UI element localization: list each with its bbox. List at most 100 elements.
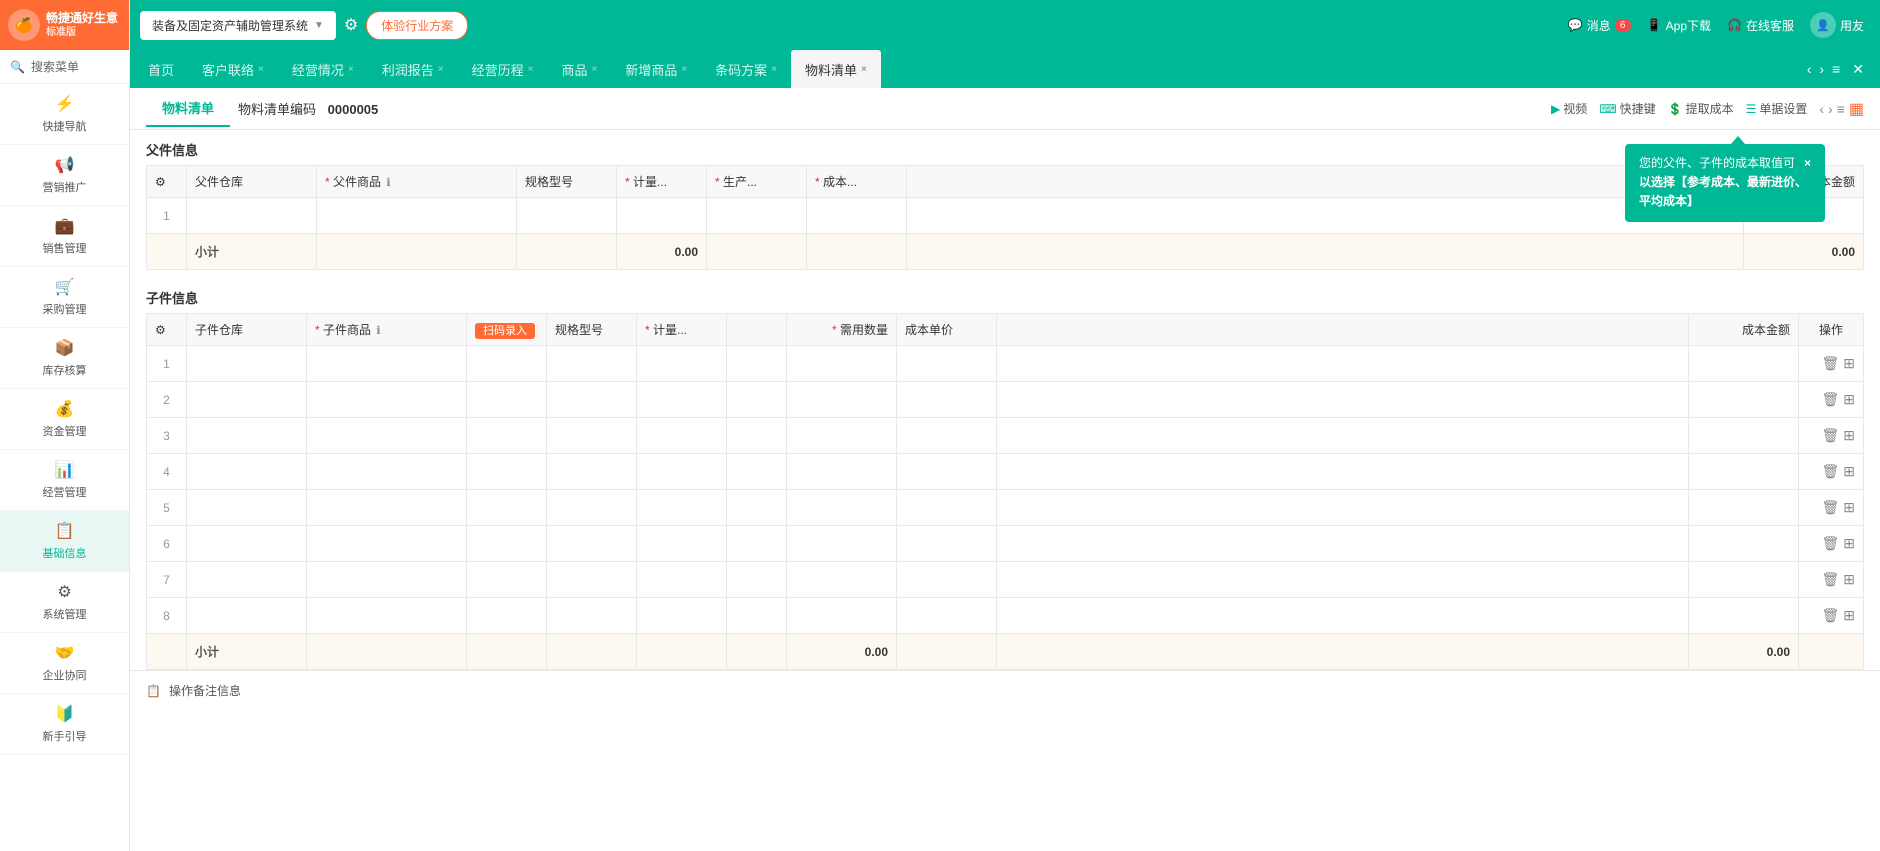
pagination-prev[interactable]: ‹ [1819,101,1824,117]
copy-icon[interactable]: ⊞ [1843,463,1855,480]
child-row-8-spec[interactable] [547,598,637,634]
child-row-7-spec[interactable] [547,562,637,598]
parent-row-1-warehouse[interactable] [187,198,317,234]
child-row-5-unit-cost[interactable] [897,490,997,526]
child-row-8-qty[interactable] [787,598,897,634]
delete-icon[interactable]: 🗑 [1821,535,1839,552]
child-row-4-unit-cost[interactable] [897,454,997,490]
tab-close-bom[interactable]: × [861,64,867,75]
tab-close-new-goods[interactable]: × [681,64,687,75]
child-row-1-unit-cost[interactable] [897,346,997,382]
sidebar-item-cooperation[interactable]: 🤝 企业协同 [0,633,129,694]
child-row-4-spec[interactable] [547,454,637,490]
delete-icon[interactable]: 🗑 [1821,391,1839,408]
parent-row-1-production[interactable] [707,198,807,234]
sidebar-item-system[interactable]: ⚙ 系统管理 [0,572,129,633]
child-row-1-product[interactable] [307,346,467,382]
tab-home[interactable]: 首页 [134,50,188,88]
child-row-7-product[interactable] [307,562,467,598]
tab-barcode[interactable]: 条码方案 × [701,50,791,88]
child-row-6-qty[interactable] [787,526,897,562]
copy-icon[interactable]: ⊞ [1843,391,1855,408]
child-row-1-warehouse[interactable] [187,346,307,382]
parent-row-1-product[interactable] [317,198,517,234]
system-selector[interactable]: 装备及固定资产辅助管理系统 ▼ [140,11,336,40]
parent-row-1-spec[interactable] [517,198,617,234]
delete-icon[interactable]: 🗑 [1821,427,1839,444]
tabs-scroll-left[interactable]: ‹ [1803,59,1816,79]
child-row-4-qty[interactable] [787,454,897,490]
sidebar-search[interactable]: 🔍 搜索菜单 [0,50,129,84]
child-row-5-product[interactable] [307,490,467,526]
parent-row-1-unit[interactable] [617,198,707,234]
child-row-7-unit[interactable] [637,562,727,598]
tabs-scroll-right[interactable]: › [1815,59,1828,79]
copy-icon[interactable]: ⊞ [1843,607,1855,624]
tab-customer[interactable]: 客户联络 × [188,50,278,88]
delete-icon[interactable]: 🗑 [1821,463,1839,480]
child-row-7-qty[interactable] [787,562,897,598]
child-row-1-unit[interactable] [637,346,727,382]
sidebar-item-sales[interactable]: 💼 销售管理 [0,206,129,267]
tab-operations-status[interactable]: 经营情况 × [278,50,368,88]
sidebar-item-quick-nav[interactable]: ⚡ 快捷导航 [0,84,129,145]
child-row-6-product[interactable] [307,526,467,562]
action-video[interactable]: ▶ 视频 [1551,100,1587,117]
user-profile[interactable]: 👤 用友 [1810,12,1864,38]
sidebar-item-marketing[interactable]: 📢 营销推广 [0,145,129,206]
grid-icon[interactable]: ▦ [1849,99,1864,119]
child-row-8-unit-cost[interactable] [897,598,997,634]
child-row-4-product[interactable] [307,454,467,490]
action-cost[interactable]: 💲 提取成本 [1668,100,1734,117]
delete-icon[interactable]: 🗑 [1821,355,1839,372]
sidebar-item-purchase[interactable]: 🛒 采购管理 [0,267,129,328]
tab-close-goods[interactable]: × [591,64,597,75]
online-service-button[interactable]: 🎧 在线客服 [1727,17,1794,34]
child-row-2-product[interactable] [307,382,467,418]
child-row-5-qty[interactable] [787,490,897,526]
col-settings-icon[interactable]: ⚙ [155,175,166,189]
action-settings[interactable]: ☰ 单据设置 [1746,100,1808,117]
sidebar-item-inventory[interactable]: 📦 库存核算 [0,328,129,389]
copy-icon[interactable]: ⊞ [1843,427,1855,444]
child-row-5-warehouse[interactable] [187,490,307,526]
tab-close-ops[interactable]: × [348,64,354,75]
child-row-2-spec[interactable] [547,382,637,418]
scan-button[interactable]: 扫码录入 [475,323,535,339]
tab-close-barcode[interactable]: × [771,64,777,75]
sub-tab-list[interactable]: 物料清单 [146,90,230,127]
child-row-1-qty[interactable] [787,346,897,382]
sidebar-item-guide[interactable]: 🔰 新手引导 [0,694,129,755]
delete-icon[interactable]: 🗑 [1821,499,1839,516]
child-row-8-product[interactable] [307,598,467,634]
tab-close-profit[interactable]: × [438,64,444,75]
tab-goods[interactable]: 商品 × [547,50,611,88]
app-download-button[interactable]: 📱 App下载 [1647,17,1711,34]
settings-icon[interactable]: ⚙ [344,15,358,35]
child-row-8-warehouse[interactable] [187,598,307,634]
child-row-3-unit-cost[interactable] [897,418,997,454]
action-shortcut[interactable]: ⌨ 快捷键 [1599,100,1655,117]
child-row-3-product[interactable] [307,418,467,454]
child-row-5-unit[interactable] [637,490,727,526]
child-row-4-unit[interactable] [637,454,727,490]
tooltip-close-button[interactable]: × [1804,154,1811,173]
copy-icon[interactable]: ⊞ [1843,571,1855,588]
child-row-7-unit-cost[interactable] [897,562,997,598]
child-row-2-qty[interactable] [787,382,897,418]
child-row-6-spec[interactable] [547,526,637,562]
child-row-2-unit[interactable] [637,382,727,418]
delete-icon[interactable]: 🗑 [1821,607,1839,624]
child-row-6-warehouse[interactable] [187,526,307,562]
tab-bom[interactable]: 物料清单 × [791,50,881,88]
copy-icon[interactable]: ⊞ [1843,355,1855,372]
child-row-1-spec[interactable] [547,346,637,382]
child-row-3-qty[interactable] [787,418,897,454]
child-row-3-warehouse[interactable] [187,418,307,454]
delete-icon[interactable]: 🗑 [1821,571,1839,588]
parent-row-1-cost[interactable] [807,198,907,234]
tab-profit[interactable]: 利润报告 × [368,50,458,88]
close-all-tabs[interactable]: ✕ [1848,59,1868,80]
child-row-5-spec[interactable] [547,490,637,526]
child-row-4-warehouse[interactable] [187,454,307,490]
